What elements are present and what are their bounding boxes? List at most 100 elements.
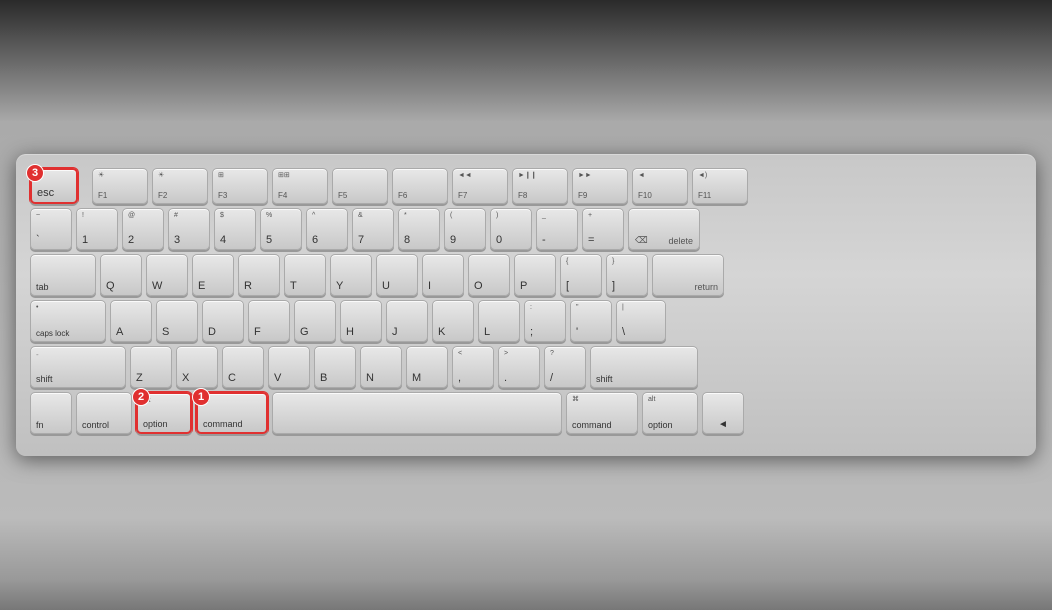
f9-key[interactable]: ►► F9 <box>572 168 628 204</box>
return-key[interactable]: return <box>652 254 724 296</box>
semicolon-key[interactable]: : ; <box>524 300 566 342</box>
spacebar-key[interactable] <box>272 392 562 434</box>
command-left-key[interactable]: 1 ⌘ command <box>196 392 268 434</box>
command-right-key[interactable]: ⌘ command <box>566 392 638 434</box>
j-label: J <box>392 327 398 338</box>
cmd-right-icon: ⌘ <box>572 396 579 403</box>
p-key[interactable]: P <box>514 254 556 296</box>
y-label: Y <box>336 281 343 292</box>
h-key[interactable]: H <box>340 300 382 342</box>
plus-label: + <box>588 212 592 219</box>
tab-key[interactable]: tab <box>30 254 96 296</box>
caps-lock-key[interactable]: • caps lock <box>30 300 106 342</box>
v-key[interactable]: V <box>268 346 310 388</box>
1-key[interactable]: ! 1 <box>76 208 118 250</box>
minus-key[interactable]: _ - <box>536 208 578 250</box>
option-left-key[interactable]: 2 alt option <box>136 392 192 434</box>
i-key[interactable]: I <box>422 254 464 296</box>
shift-left-key[interactable]: shift - <box>30 346 126 388</box>
4-key[interactable]: $ 4 <box>214 208 256 250</box>
bottom-row: fn control 2 alt option 1 ⌘ command ⌘ co… <box>30 392 1022 434</box>
9-key[interactable]: ( 9 <box>444 208 486 250</box>
s-key[interactable]: S <box>156 300 198 342</box>
q-key[interactable]: Q <box>100 254 142 296</box>
f4-key[interactable]: ⊞⊞ F4 <box>272 168 328 204</box>
6-label: 6 <box>312 235 318 246</box>
b-key[interactable]: B <box>314 346 356 388</box>
7-key[interactable]: & 7 <box>352 208 394 250</box>
x-key[interactable]: X <box>176 346 218 388</box>
f8-key[interactable]: ►❙❙ F8 <box>512 168 568 204</box>
f1-key[interactable]: ☀ F1 <box>92 168 148 204</box>
3-key[interactable]: # 3 <box>168 208 210 250</box>
4-label: 4 <box>220 235 226 246</box>
option-right-key[interactable]: alt option <box>642 392 698 434</box>
esc-key[interactable]: 3 esc <box>30 168 78 204</box>
l-key[interactable]: L <box>478 300 520 342</box>
5-key[interactable]: % 5 <box>260 208 302 250</box>
keyboard-background: 3 esc ☀ F1 ☀ F2 ⊞ F3 ⊞⊞ F4 F5 <box>0 0 1052 610</box>
f6-key[interactable]: F6 <box>392 168 448 204</box>
f7-icon: ◄◄ <box>458 172 472 179</box>
f11-key[interactable]: ◄) F11 <box>692 168 748 204</box>
star-label: * <box>404 212 407 219</box>
equals-key[interactable]: + = <box>582 208 624 250</box>
f-key[interactable]: F <box>248 300 290 342</box>
j-key[interactable]: J <box>386 300 428 342</box>
o-key[interactable]: O <box>468 254 510 296</box>
u-key[interactable]: U <box>376 254 418 296</box>
f3-key[interactable]: ⊞ F3 <box>212 168 268 204</box>
f5-label: F5 <box>338 192 347 200</box>
control-key[interactable]: control <box>76 392 132 434</box>
n-key[interactable]: N <box>360 346 402 388</box>
quote-key[interactable]: " ' <box>570 300 612 342</box>
at-label: @ <box>128 212 135 219</box>
f2-key[interactable]: ☀ F2 <box>152 168 208 204</box>
6-key[interactable]: ^ 6 <box>306 208 348 250</box>
z-key[interactable]: Z <box>130 346 172 388</box>
f5-key[interactable]: F5 <box>332 168 388 204</box>
k-key[interactable]: K <box>432 300 474 342</box>
g-key[interactable]: G <box>294 300 336 342</box>
8-key[interactable]: * 8 <box>398 208 440 250</box>
n-label: N <box>366 373 374 384</box>
y-key[interactable]: Y <box>330 254 372 296</box>
0-key[interactable]: ) 0 <box>490 208 532 250</box>
equals-label: = <box>588 235 594 246</box>
a-key[interactable]: A <box>110 300 152 342</box>
comma-label: , <box>458 373 461 384</box>
shift-right-key[interactable]: shift <box>590 346 698 388</box>
number-row: ~ ` ! 1 @ 2 # 3 $ 4 % 5 <box>30 208 1022 250</box>
arrow-left-key[interactable]: ◄ <box>702 392 744 434</box>
hash-label: # <box>174 212 178 219</box>
rbracket-key[interactable]: } ] <box>606 254 648 296</box>
backslash-key[interactable]: | \ <box>616 300 666 342</box>
p-label: P <box>520 281 527 292</box>
d-key[interactable]: D <box>202 300 244 342</box>
c-key[interactable]: C <box>222 346 264 388</box>
e-key[interactable]: E <box>192 254 234 296</box>
t-key[interactable]: T <box>284 254 326 296</box>
f7-key[interactable]: ◄◄ F7 <box>452 168 508 204</box>
tilde-key[interactable]: ~ ` <box>30 208 72 250</box>
m-key[interactable]: M <box>406 346 448 388</box>
lbracket-key[interactable]: { [ <box>560 254 602 296</box>
slash-key[interactable]: ? / <box>544 346 586 388</box>
f7-label: F7 <box>458 192 467 200</box>
w-key[interactable]: W <box>146 254 188 296</box>
8-label: 8 <box>404 235 410 246</box>
2-key[interactable]: @ 2 <box>122 208 164 250</box>
comma-key[interactable]: < , <box>452 346 494 388</box>
u-label: U <box>382 281 390 292</box>
rbracket-label: ] <box>612 281 615 292</box>
s-label: S <box>162 327 169 338</box>
minus-label: - <box>542 235 546 246</box>
rparen-label: ) <box>496 212 498 219</box>
fn-key[interactable]: fn <box>30 392 72 434</box>
f10-key[interactable]: ◄ F10 <box>632 168 688 204</box>
5-label: 5 <box>266 235 272 246</box>
delete-key[interactable]: ⌫ delete <box>628 208 700 250</box>
period-key[interactable]: > . <box>498 346 540 388</box>
r-key[interactable]: R <box>238 254 280 296</box>
backslash-label: \ <box>622 327 625 338</box>
